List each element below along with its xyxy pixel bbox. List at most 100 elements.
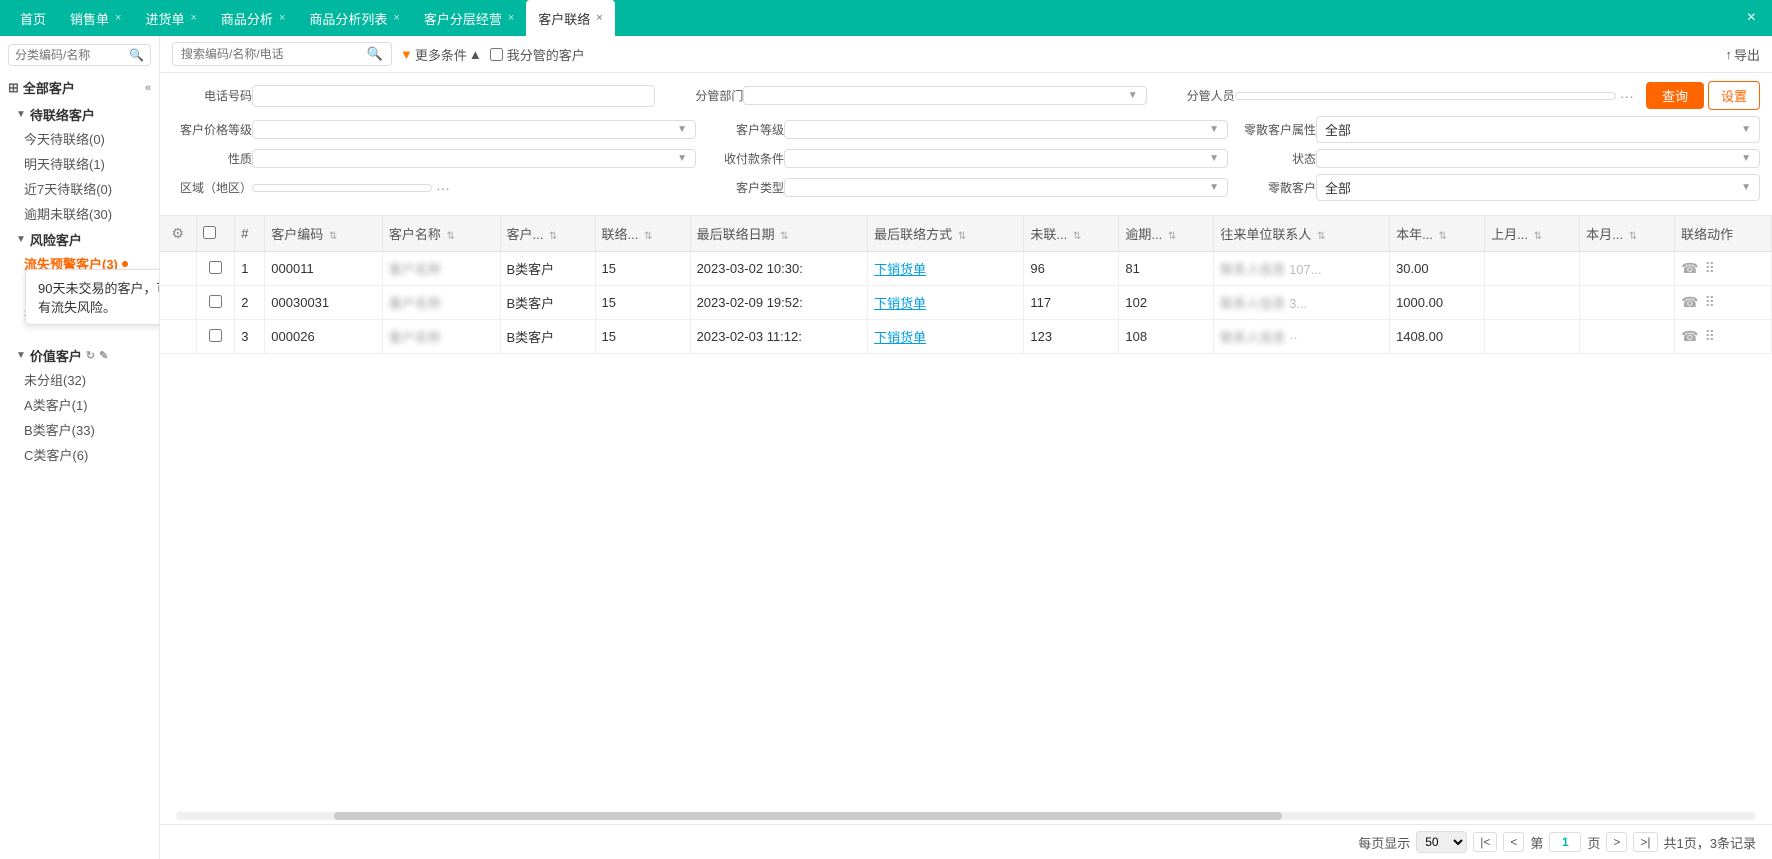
sort-code-icon[interactable]: ⇅ [329, 231, 337, 242]
sidebar-item-unclassified[interactable]: 未分组(32) [0, 367, 159, 392]
table-settings-icon[interactable]: ⚙ [171, 225, 184, 241]
tab-purchase[interactable]: 进货单 × [133, 0, 208, 36]
col-checkbox[interactable] [196, 216, 235, 252]
row-checkbox-2[interactable] [209, 329, 222, 342]
tab-customer-tier[interactable]: 客户分层经营 × [412, 0, 526, 36]
value-refresh-icon[interactable]: ↻ [86, 349, 95, 362]
region-more-icon[interactable]: ··· [432, 180, 454, 196]
zero-retail-select[interactable]: 全部 ▼ [1316, 174, 1760, 201]
col-overdue[interactable]: 逾期... ⇅ [1119, 216, 1214, 252]
col-unit-contact[interactable]: 往来单位联系人 ⇅ [1214, 216, 1390, 252]
sort-this-month-icon[interactable]: ⇅ [1629, 231, 1637, 242]
sort-tier-icon[interactable]: ⇅ [549, 231, 557, 242]
scrollbar-thumb[interactable] [334, 812, 1282, 820]
person-more-icon[interactable]: ··· [1616, 88, 1638, 104]
sidebar-item-overdue[interactable]: 逾期未联络(30) [0, 201, 159, 226]
col-last-month[interactable]: 上月... ⇅ [1485, 216, 1580, 252]
zero-retail-attr-select[interactable]: 全部 ▼ [1316, 116, 1760, 143]
prev-page-button[interactable]: < [1503, 832, 1524, 852]
action-chat-icon-2[interactable]: ☎ [1681, 328, 1698, 345]
sort-unit-contact-icon[interactable]: ⇅ [1317, 231, 1325, 242]
col-contact[interactable]: 联络... ⇅ [595, 216, 690, 252]
sidebar-search-input[interactable] [15, 48, 129, 62]
tab-sales[interactable]: 销售单 × [58, 0, 133, 36]
page-number-input[interactable] [1549, 832, 1581, 852]
sort-overdue-icon[interactable]: ⇅ [1168, 231, 1176, 242]
query-button[interactable]: 查询 [1646, 82, 1704, 109]
select-all-checkbox[interactable] [203, 226, 216, 239]
col-settings[interactable]: ⚙ [160, 216, 196, 252]
tab-home[interactable]: 首页 [8, 0, 58, 36]
close-customer-contact-tab[interactable]: × [596, 12, 602, 24]
action-more-icon-2[interactable]: ⠿ [1705, 328, 1715, 345]
value-edit-icon[interactable]: ✎ [99, 349, 108, 362]
sort-last-month-icon[interactable]: ⇅ [1534, 231, 1542, 242]
tab-customer-contact[interactable]: 客户联络 × [526, 0, 614, 36]
tab-product-analysis[interactable]: 商品分析 × [209, 0, 297, 36]
settings-button[interactable]: 设置 [1708, 81, 1760, 110]
action-chat-icon-1[interactable]: ☎ [1681, 294, 1698, 311]
sidebar-item-week[interactable]: 近7天待联络(0) [0, 176, 159, 201]
my-customer-checkbox[interactable]: 我分管的客户 [490, 45, 585, 64]
action-more-icon-0[interactable]: ⠿ [1705, 260, 1715, 277]
action-chat-icon-0[interactable]: ☎ [1681, 260, 1698, 277]
sort-uncontacted-icon[interactable]: ⇅ [1073, 231, 1081, 242]
cell-checkbox-0[interactable] [196, 252, 235, 286]
export-button[interactable]: ↑ 导出 [1725, 45, 1760, 64]
more-conditions-button[interactable]: ▼ 更多条件 ▲ [400, 45, 482, 64]
first-page-button[interactable]: |< [1473, 832, 1497, 852]
dept-select[interactable]: ▼ [743, 86, 1146, 105]
col-uncontacted[interactable]: 未联... ⇅ [1024, 216, 1119, 252]
payment-select[interactable]: ▼ [784, 149, 1228, 168]
col-this-year[interactable]: 本年... ⇅ [1390, 216, 1485, 252]
close-product-analysis-tab[interactable]: × [279, 12, 285, 24]
sidebar-item-class-b[interactable]: B类客户(33) [0, 417, 159, 442]
cell-method-1[interactable]: 下销货单 [868, 286, 1024, 320]
close-all-button[interactable]: × [1739, 9, 1764, 27]
status-select[interactable]: ▼ [1316, 149, 1760, 168]
collapse-sidebar-icon[interactable]: « [145, 82, 151, 94]
row-checkbox-1[interactable] [209, 295, 222, 308]
sort-name-icon[interactable]: ⇅ [447, 231, 455, 242]
customer-tier-select[interactable]: ▼ [784, 120, 1228, 139]
cell-method-2[interactable]: 下销货单 [868, 320, 1024, 354]
row-checkbox-0[interactable] [209, 261, 222, 274]
region-select[interactable] [252, 184, 432, 192]
sort-this-year-icon[interactable]: ⇅ [1439, 231, 1447, 242]
per-page-select[interactable]: 50 100 200 [1416, 831, 1467, 853]
cell-method-0[interactable]: 下销货单 [868, 252, 1024, 286]
sort-last-date-icon[interactable]: ⇅ [780, 231, 788, 242]
all-customers-header[interactable]: ⊞ 全部客户 « [0, 74, 159, 101]
col-name[interactable]: 客户名称 ⇅ [382, 216, 500, 252]
customer-type-select[interactable]: ▼ [784, 178, 1228, 197]
filter-search-icon[interactable]: 🔍 [367, 46, 383, 62]
col-last-contact-method[interactable]: 最后联络方式 ⇅ [868, 216, 1024, 252]
price-tier-select[interactable]: ▼ [252, 120, 696, 139]
sort-method-icon[interactable]: ⇅ [958, 231, 966, 242]
close-purchase-tab[interactable]: × [190, 12, 196, 24]
col-last-contact-date[interactable]: 最后联络日期 ⇅ [690, 216, 867, 252]
col-this-month[interactable]: 本月... ⇅ [1580, 216, 1675, 252]
sidebar-item-class-c[interactable]: C类客户(6) [0, 442, 159, 467]
nature-select[interactable]: ▼ [252, 149, 696, 168]
filter-search-input[interactable] [181, 47, 367, 61]
close-customer-tier-tab[interactable]: × [508, 12, 514, 24]
sidebar-search-box[interactable]: 🔍 [8, 44, 151, 66]
cell-checkbox-1[interactable] [196, 286, 235, 320]
phone-input[interactable] [252, 85, 655, 107]
sort-contact-icon[interactable]: ⇅ [644, 231, 652, 242]
cell-checkbox-2[interactable] [196, 320, 235, 354]
col-tier[interactable]: 客户... ⇅ [500, 216, 595, 252]
sidebar-item-today[interactable]: 今天待联络(0) [0, 126, 159, 151]
next-page-button[interactable]: > [1606, 832, 1627, 852]
close-sales-tab[interactable]: × [115, 12, 121, 24]
horizontal-scrollbar[interactable] [176, 812, 1756, 820]
filter-search-box[interactable]: 🔍 [172, 42, 392, 66]
person-select[interactable] [1235, 92, 1616, 100]
tab-product-analysis-list[interactable]: 商品分析列表 × [297, 0, 411, 36]
my-customer-check[interactable] [490, 48, 503, 61]
last-page-button[interactable]: >| [1633, 832, 1657, 852]
col-code[interactable]: 客户编码 ⇅ [265, 216, 383, 252]
sidebar-item-tomorrow[interactable]: 明天待联络(1) [0, 151, 159, 176]
close-product-analysis-list-tab[interactable]: × [393, 12, 399, 24]
